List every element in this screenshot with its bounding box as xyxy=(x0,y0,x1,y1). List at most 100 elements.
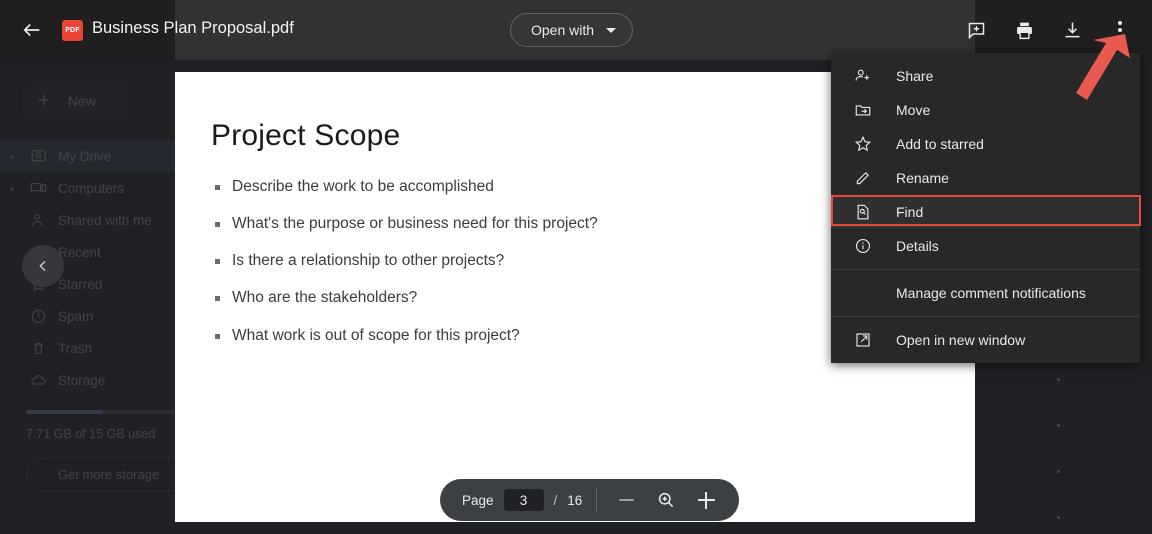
open-new-window-icon xyxy=(853,330,873,350)
chevron-down-icon xyxy=(606,27,617,33)
computer-icon xyxy=(28,178,48,198)
pencil-icon xyxy=(853,168,873,188)
bullet-marker xyxy=(215,296,220,302)
sidebar-item-storage[interactable]: Storage xyxy=(0,364,200,396)
background-row-menus xyxy=(1057,378,1060,534)
drive-pdf-viewer: + New ▸ My Drive ▸ Computers Shared with… xyxy=(0,0,1152,534)
page-separator: / xyxy=(553,492,558,508)
bullet-marker xyxy=(215,222,220,228)
add-comment-icon xyxy=(968,22,984,39)
sidebar-item-label: Shared with me xyxy=(58,212,152,228)
bullet-marker xyxy=(215,185,220,190)
page-indicator: Page 3 / 16 xyxy=(444,489,596,511)
chevron-right-icon[interactable]: ▸ xyxy=(8,152,18,161)
back-button[interactable] xyxy=(18,16,46,44)
sidebar-item-computers[interactable]: ▸ Computers xyxy=(0,172,200,204)
sidebar-item-my-drive[interactable]: ▸ My Drive xyxy=(0,140,200,172)
viewer-header: PDF Business Plan Proposal.pdf Open with xyxy=(0,0,1152,60)
list-item: What work is out of scope for this proje… xyxy=(215,326,915,346)
plus-icon: + xyxy=(38,90,50,112)
person-add-icon xyxy=(853,66,873,86)
list-item-text: Is there a relationship to other project… xyxy=(232,252,505,270)
page-label: Page xyxy=(462,492,494,508)
folder-move-icon xyxy=(853,100,873,120)
list-item-text: What's the purpose or business need for … xyxy=(232,215,598,233)
sidebar-item-label: Storage xyxy=(58,372,106,388)
document-heading: Project Scope xyxy=(211,119,401,152)
sidebar-item-label: Starred xyxy=(58,276,103,292)
plus-icon xyxy=(697,491,715,509)
pointer-arrow xyxy=(1076,34,1130,100)
menu-item-label: Details xyxy=(896,238,939,254)
page-number-input[interactable]: 3 xyxy=(503,489,544,511)
info-circle-icon xyxy=(853,236,873,256)
drive-sidebar: + New ▸ My Drive ▸ Computers Shared with… xyxy=(0,60,200,534)
menu-item-label: Move xyxy=(896,102,931,118)
menu-item-label: Rename xyxy=(896,170,949,186)
menu-item-label: Open in new window xyxy=(896,332,1026,348)
sidebar-item-spam[interactable]: Spam xyxy=(0,300,200,332)
total-pages: 16 xyxy=(567,492,583,508)
storage-progress-bar xyxy=(26,410,176,414)
zoom-in-button[interactable] xyxy=(695,489,717,511)
sidebar-item-trash[interactable]: Trash xyxy=(0,332,200,364)
zoom-out-button[interactable] xyxy=(615,489,637,511)
menu-item-add-to-starred[interactable]: Add to starred xyxy=(831,127,1140,161)
menu-item-manage-comment-notifications[interactable]: Manage comment notifications xyxy=(831,276,1140,310)
zoom-controls xyxy=(597,489,735,511)
storage-usage-text: 7.71 GB of 15 GB used xyxy=(26,427,156,441)
storage-section: 7.71 GB of 15 GB used xyxy=(26,410,176,441)
page-title: Business Plan Proposal.pdf xyxy=(92,19,294,37)
new-button[interactable]: + New xyxy=(22,80,132,122)
list-item: Is there a relationship to other project… xyxy=(215,251,915,271)
sidebar-item-shared-with-me[interactable]: Shared with me xyxy=(0,204,200,236)
list-item: Describe the work to be accomplished xyxy=(215,177,915,197)
find-document-icon xyxy=(853,202,873,222)
print-button[interactable] xyxy=(1008,14,1040,46)
document-bullet-list: Describe the work to be accomplished Wha… xyxy=(215,177,915,363)
sidebar-item-label: Spam xyxy=(58,308,94,324)
open-with-button[interactable]: Open with xyxy=(510,13,634,47)
chevron-left-icon xyxy=(39,260,46,272)
sidebar-item-label: Recent xyxy=(58,244,101,260)
new-button-label: New xyxy=(67,93,96,109)
star-icon xyxy=(853,134,873,154)
page-navigation-toolbar: Page 3 / 16 xyxy=(440,479,740,521)
menu-divider xyxy=(831,316,1140,317)
sidebar-item-label: Trash xyxy=(58,340,93,356)
list-item: What's the purpose or business need for … xyxy=(215,214,915,234)
people-icon xyxy=(28,210,48,230)
menu-item-details[interactable]: Details xyxy=(831,229,1140,263)
chevron-right-icon[interactable]: ▸ xyxy=(8,184,18,193)
menu-item-label: Manage comment notifications xyxy=(896,285,1086,301)
drive-icon xyxy=(28,146,48,166)
list-item: Who are the stakeholders? xyxy=(215,288,915,308)
add-comment-button[interactable] xyxy=(960,14,992,46)
list-item-text: What work is out of scope for this proje… xyxy=(232,326,520,344)
menu-item-label: Add to starred xyxy=(896,136,984,152)
menu-item-find[interactable]: Find xyxy=(831,195,1140,229)
pdf-file-icon: PDF xyxy=(62,20,83,41)
back-arrow-icon xyxy=(23,23,40,37)
minus-icon xyxy=(618,499,634,501)
open-with-label: Open with xyxy=(531,22,595,38)
menu-item-label: Find xyxy=(896,204,924,220)
sidebar-item-label: Computers xyxy=(58,180,125,196)
menu-divider xyxy=(831,269,1140,270)
magnifier-plus-icon xyxy=(659,492,674,508)
trash-icon xyxy=(28,338,48,358)
bullet-marker xyxy=(215,259,220,265)
get-more-storage-button[interactable]: Get more storage xyxy=(26,457,191,491)
cloud-icon xyxy=(28,370,48,390)
print-icon xyxy=(1016,22,1032,39)
list-item-text: Describe the work to be accomplished xyxy=(232,178,494,195)
zoom-reset-button[interactable] xyxy=(655,489,677,511)
sidebar-collapse-button[interactable] xyxy=(22,245,64,287)
bullet-marker xyxy=(215,333,220,339)
menu-item-rename[interactable]: Rename xyxy=(831,161,1140,195)
list-item-text: Who are the stakeholders? xyxy=(232,289,418,307)
spam-icon xyxy=(28,306,48,326)
menu-item-open-in-new-window[interactable]: Open in new window xyxy=(831,323,1140,357)
menu-item-label: Share xyxy=(896,68,934,84)
sidebar-item-label: My Drive xyxy=(58,148,112,164)
